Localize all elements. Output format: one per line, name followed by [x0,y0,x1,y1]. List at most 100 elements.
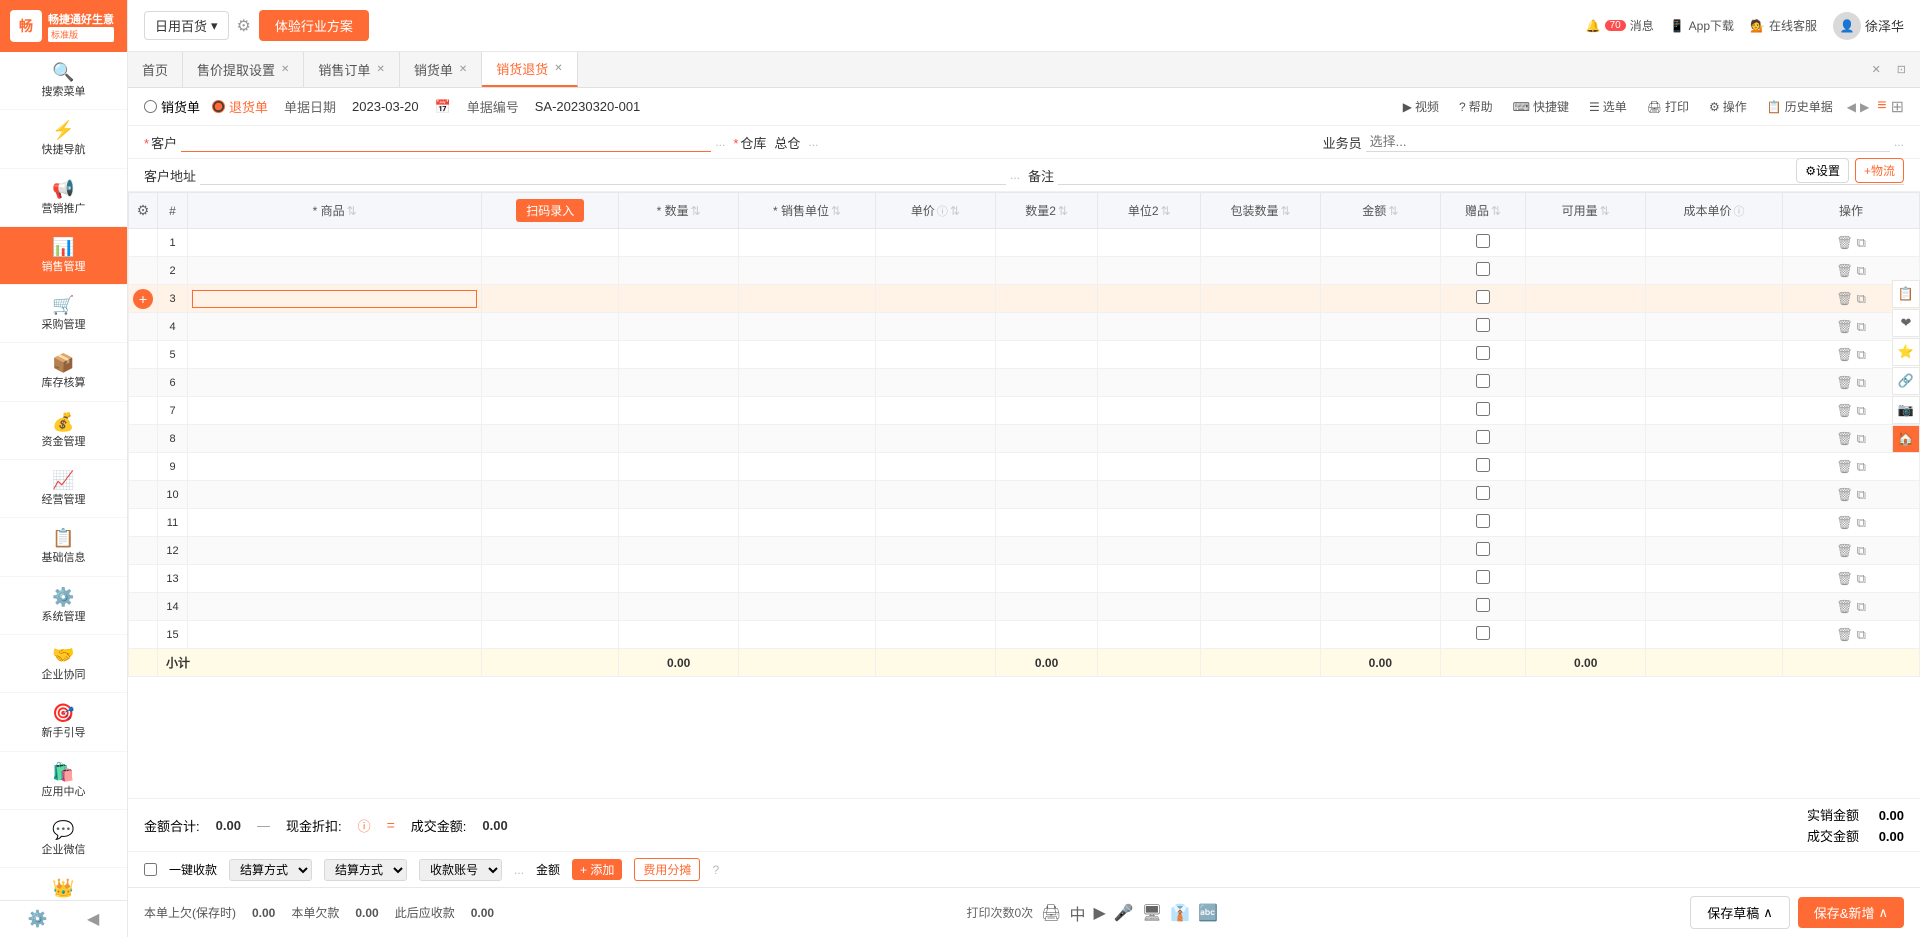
customer-dots[interactable]: ... [715,135,725,149]
copy-row-12-icon[interactable]: ⧉ [1857,543,1866,559]
right-btn-3[interactable]: ⭐ [1892,338,1920,366]
sort-unit2-icon[interactable]: ⇅ [1161,204,1171,218]
salesperson-input[interactable] [1366,132,1890,152]
tool-icon-5[interactable]: 🖥 [1142,903,1162,923]
discount-help-icon[interactable]: ⓘ [358,816,371,835]
gift-checkbox-3[interactable] [1476,290,1490,304]
radio-return[interactable]: 退货单 [212,97,268,116]
sort-packqty-icon[interactable]: ⇅ [1281,204,1291,218]
operate-btn[interactable]: ⚙ 操作 [1703,96,1753,117]
scan-input-btn[interactable]: 扫码录入 [516,199,584,222]
delete-row-1-icon[interactable]: 🗑 [1836,235,1853,251]
notification-btn[interactable]: 🔔 70 消息 [1586,17,1654,34]
industry-selector[interactable]: 日用百货 ▾ [144,11,229,40]
copy-row-11-icon[interactable]: ⧉ [1857,515,1866,531]
remark-input[interactable] [1058,165,1904,185]
copy-row-14-icon[interactable]: ⧉ [1857,599,1866,615]
sidebar-item-appstore[interactable]: 🛍️ 应用中心 [0,752,127,810]
settings-gear-icon[interactable]: ⚙ [237,16,251,36]
delete-row-3-icon[interactable]: 🗑 [1836,291,1853,307]
delete-row-12-icon[interactable]: 🗑 [1836,543,1853,559]
tab-sales-delivery[interactable]: 销货单 ✕ [400,52,482,87]
sidebar-item-inventory[interactable]: 📦 库存核算 [0,343,127,401]
tool-icon-2[interactable]: 中 [1069,901,1085,925]
sidebar-item-member[interactable]: 👑 畅会员 [0,868,127,900]
gift-checkbox-8[interactable] [1476,430,1490,444]
add-payment-btn[interactable]: + 添加 [572,859,622,880]
shortcut-btn[interactable]: ⌨ 快捷键 [1507,96,1575,117]
tab-close-price-settings[interactable]: ✕ [281,64,289,75]
column-settings-icon[interactable]: ⚙ [137,202,150,218]
sidebar-item-basic[interactable]: 📋 基础信息 [0,518,127,576]
delete-row-15-icon[interactable]: 🗑 [1836,627,1853,643]
tab-close-sales-order[interactable]: ✕ [376,64,384,75]
account-select[interactable]: 收款账号 [419,859,502,881]
video-btn[interactable]: ▶ 视频 [1397,96,1445,117]
tab-sales-return[interactable]: 销货退货 ✕ [482,52,577,87]
draft-chevron-icon[interactable]: ∧ [1763,905,1773,921]
delete-row-13-icon[interactable]: 🗑 [1836,571,1853,587]
delete-row-11-icon[interactable]: 🗑 [1836,515,1853,531]
grid-view-icon[interactable]: ⊞ [1891,97,1904,117]
settings-bottom-icon[interactable]: ⚙️ [28,909,48,929]
list-view-icon[interactable]: ≡ [1877,97,1886,117]
copy-row-5-icon[interactable]: ⧉ [1857,347,1866,363]
sort-qty2-icon[interactable]: ⇅ [1058,204,1068,218]
sidebar-item-shortcut[interactable]: ⚡ 快捷导航 [0,110,127,168]
tab-close-sales-return[interactable]: ✕ [554,63,562,74]
sort-saleunit-icon[interactable]: ⇅ [831,204,841,218]
tab-sales-order[interactable]: 销售订单 ✕ [304,52,399,87]
tool-icon-1[interactable]: 🖨 [1041,903,1061,923]
sort-product-icon[interactable]: ⇅ [347,204,357,218]
gift-checkbox-11[interactable] [1476,514,1490,528]
sidebar-item-sales[interactable]: 📊 销售管理 [0,227,127,285]
add-row-btn[interactable]: + [133,289,153,309]
tool-icon-4[interactable]: 🎤 [1114,903,1134,923]
calculation-method-select[interactable]: 结算方式 [324,859,407,881]
radio-return-input[interactable] [212,100,225,113]
tab-price-settings[interactable]: 售价提取设置 ✕ [183,52,304,87]
account-dots[interactable]: ... [514,863,524,877]
savenew-chevron-icon[interactable]: ∧ [1878,905,1888,921]
copy-row-9-icon[interactable]: ⧉ [1857,459,1866,475]
gift-checkbox-7[interactable] [1476,402,1490,416]
copy-row-1-icon[interactable]: ⧉ [1857,235,1866,251]
product-input-3[interactable] [192,290,477,308]
sidebar-item-finance[interactable]: 💰 资金管理 [0,402,127,460]
address-input[interactable] [200,165,1006,185]
sort-amount-icon[interactable]: ⇅ [1388,204,1398,218]
next-record-icon[interactable]: ▶ [1860,100,1869,114]
radio-delivery-input[interactable] [144,100,157,113]
gift-checkbox-5[interactable] [1476,346,1490,360]
tab-close-sales-delivery[interactable]: ✕ [459,64,467,75]
right-btn-2[interactable]: ❤ [1892,309,1920,337]
form-settings-btn[interactable]: ⚙设置 [1796,158,1849,183]
warehouse-dots[interactable]: ... [808,135,818,149]
copy-row-6-icon[interactable]: ⧉ [1857,375,1866,391]
copy-row-4-icon[interactable]: ⧉ [1857,319,1866,335]
sidebar-item-operation[interactable]: 📈 经营管理 [0,460,127,518]
save-new-btn[interactable]: 保存&新增 ∧ [1798,897,1904,928]
copy-row-3-icon[interactable]: ⧉ [1857,291,1866,307]
customer-input[interactable] [181,132,711,152]
tool-icon-6[interactable]: 👔 [1170,903,1190,923]
copy-row-7-icon[interactable]: ⧉ [1857,403,1866,419]
right-btn-5[interactable]: 📷 [1892,396,1920,424]
tool-icon-3[interactable]: ▶ [1094,903,1106,923]
print-btn[interactable]: 🖨 打印 [1641,96,1695,117]
gift-checkbox-2[interactable] [1476,262,1490,276]
app-download-btn[interactable]: 📱 App下载 [1670,17,1734,34]
tip-unitprice-icon[interactable]: ⓘ [937,203,948,219]
history-btn[interactable]: 📋 历史单据 [1761,96,1839,117]
copy-row-15-icon[interactable]: ⧉ [1857,627,1866,643]
sidebar-item-enterprise[interactable]: 🤝 企业协同 [0,635,127,693]
copy-row-13-icon[interactable]: ⧉ [1857,571,1866,587]
fee-help-icon[interactable]: ? [712,863,719,877]
delete-row-5-icon[interactable]: 🗑 [1836,347,1853,363]
right-btn-4[interactable]: 🔗 [1892,367,1920,395]
copy-row-10-icon[interactable]: ⧉ [1857,487,1866,503]
tip-costunit-icon[interactable]: ⓘ [1734,203,1745,219]
delete-row-14-icon[interactable]: 🗑 [1836,599,1853,615]
right-btn-1[interactable]: 📋 [1892,280,1920,308]
sort-available-icon[interactable]: ⇅ [1600,204,1610,218]
